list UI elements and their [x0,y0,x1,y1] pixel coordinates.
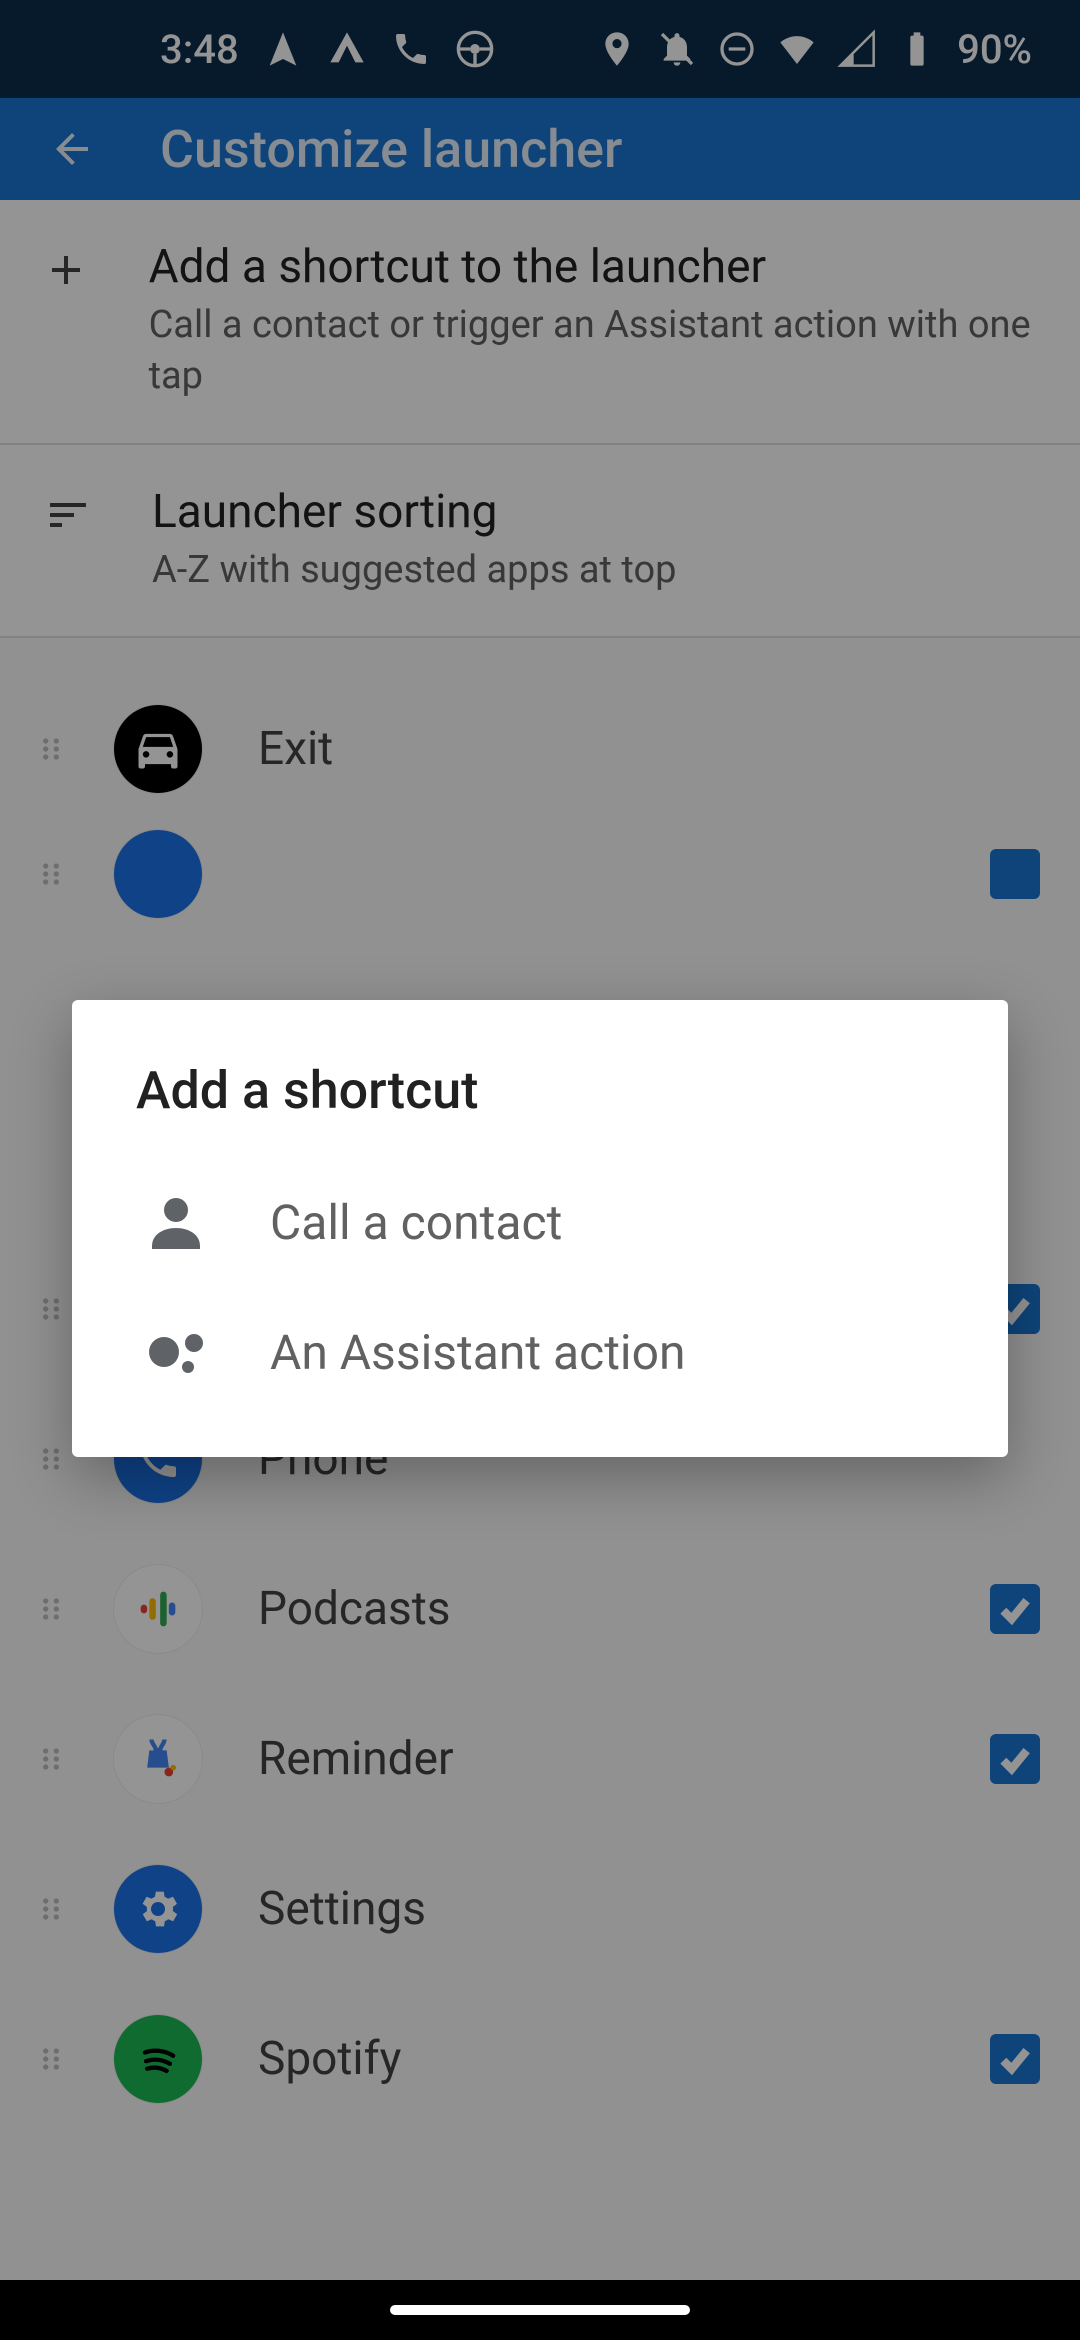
system-nav-bar [0,2280,1080,2340]
add-shortcut-dialog: Add a shortcut Call a contact An Assista… [72,1000,1008,1457]
dialog-option-label: An Assistant action [270,1324,685,1381]
dialog-option-label: Call a contact [270,1194,562,1251]
dialog-option-assistant-action[interactable]: An Assistant action [136,1287,944,1417]
person-icon [136,1186,216,1258]
dialog-option-call-contact[interactable]: Call a contact [136,1157,944,1287]
home-handle[interactable] [390,2305,690,2315]
dialog-title: Add a shortcut [136,1060,944,1121]
assistant-icon [136,1316,216,1388]
